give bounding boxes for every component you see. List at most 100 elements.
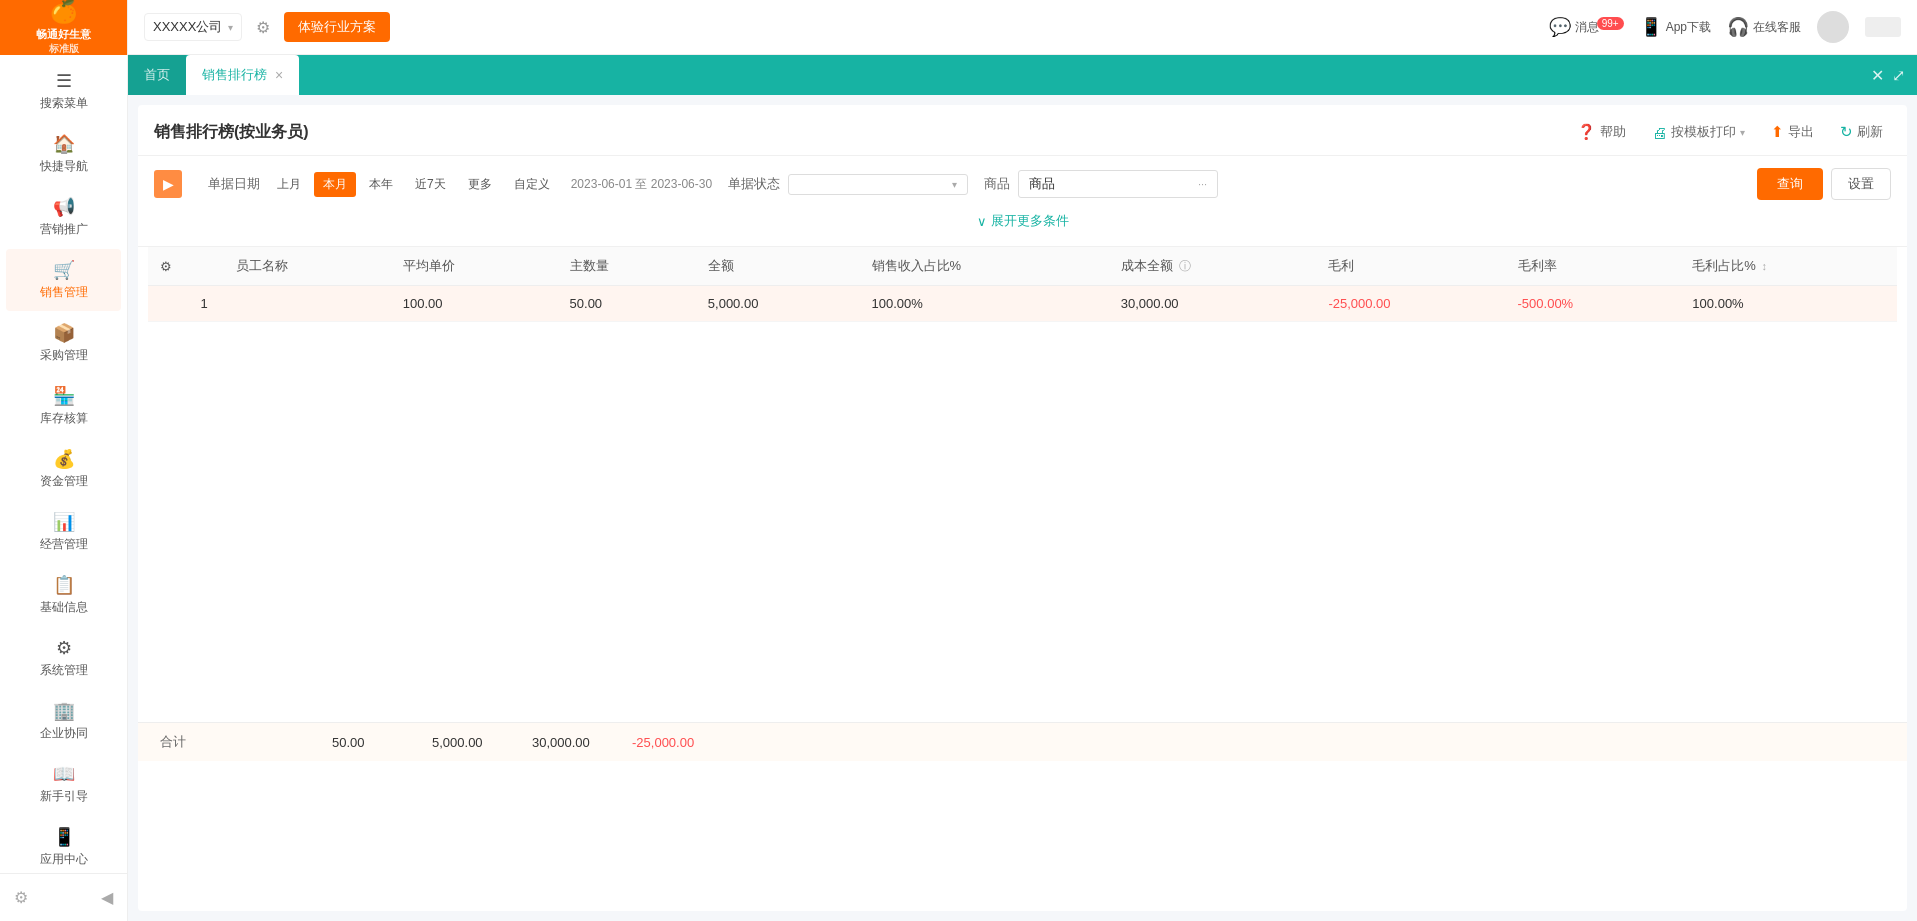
- footer-quantity: 50.00: [320, 735, 420, 750]
- th-settings: ⚙: [148, 247, 184, 286]
- sidebar-item-search[interactable]: ☰ 搜索菜单: [6, 60, 121, 122]
- status-label: 单据状态: [728, 175, 780, 193]
- refresh-button[interactable]: ↻ 刷新: [1832, 119, 1891, 145]
- cost-info-icon[interactable]: ⓘ: [1179, 259, 1191, 273]
- footer-total: 5,000.00: [420, 735, 520, 750]
- user-avatar[interactable]: [1817, 11, 1849, 43]
- tabbar: 首页 销售排行榜 × ✕ ⤢: [128, 55, 1917, 95]
- app-download-group[interactable]: 📱 App下载: [1640, 16, 1711, 38]
- footer-collapse-icon[interactable]: ◀: [97, 884, 117, 911]
- cell-total-0: 5,000.00: [696, 286, 860, 322]
- nav-label-purchase: 采购管理: [40, 347, 88, 364]
- app-logo: 🍊 畅通好生意 标准版: [0, 0, 127, 55]
- nav-label-sales: 销售管理: [40, 284, 88, 301]
- table-header-row: ⚙ 员工名称 平均单价 主数量 全额 销售收入占比% 成本全额 ⓘ 毛利: [148, 247, 1897, 286]
- query-button[interactable]: 查询: [1757, 168, 1823, 200]
- sidebar-item-purchase[interactable]: 📦采购管理: [6, 312, 121, 374]
- expand-arrow[interactable]: ▶: [154, 170, 182, 198]
- more-btn[interactable]: 更多: [459, 172, 501, 197]
- th-gross: 毛利: [1316, 247, 1505, 286]
- nav-label-marketing: 营销推广: [40, 221, 88, 238]
- nav-icon-system: ⚙: [56, 637, 72, 659]
- sidebar-item-guide[interactable]: 📖新手引导: [6, 753, 121, 815]
- tab-maximize-area: ✕ ⤢: [1871, 55, 1917, 95]
- cell-sales-pct-0: 100.00%: [860, 286, 1109, 322]
- gross-pct-sort-icon[interactable]: ↕: [1762, 260, 1768, 272]
- goods-more-icon: ···: [1198, 178, 1207, 190]
- print-button[interactable]: 🖨 按模板打印 ▾: [1644, 119, 1753, 145]
- sidebar-item-finance[interactable]: 💰资金管理: [6, 438, 121, 500]
- notification-count: 99+: [1597, 17, 1624, 30]
- help-button[interactable]: ❓ 帮助: [1569, 119, 1634, 145]
- maximize-icon[interactable]: ⤢: [1892, 66, 1905, 85]
- settings-button[interactable]: 设置: [1831, 168, 1891, 200]
- logo-badge: 标准版: [49, 42, 79, 56]
- logo-icon: 🍊: [50, 0, 77, 25]
- goods-filter: 商品 商品 ···: [984, 170, 1218, 198]
- export-button[interactable]: ⬆ 导出: [1763, 119, 1822, 145]
- print-chevron-icon: ▾: [1740, 127, 1745, 138]
- tab-close-icon[interactable]: ×: [275, 67, 283, 83]
- th-sales-pct: 销售收入占比%: [860, 247, 1109, 286]
- cur-month-btn[interactable]: 本月: [314, 172, 356, 197]
- sidebar-item-system[interactable]: ⚙ 系统管理: [6, 627, 121, 689]
- cur-year-btn[interactable]: 本年: [360, 172, 402, 197]
- experience-button[interactable]: 体验行业方案: [284, 12, 390, 42]
- table-spacer: [138, 322, 1907, 722]
- nav-icon-search: ☰: [56, 70, 72, 92]
- prev-month-btn[interactable]: 上月: [268, 172, 310, 197]
- table-row: 1 100.00 50.00 5,000.00 100.00% 30,000.0…: [148, 286, 1897, 322]
- nav-icon-operations: 📊: [53, 511, 75, 533]
- nav-icon-marketing: 📢: [53, 196, 75, 218]
- expand-conditions-button[interactable]: ∨ 展开更多条件: [969, 208, 1077, 234]
- date-label: 单据日期: [208, 175, 260, 193]
- th-name: 员工名称: [224, 247, 391, 286]
- th-rank: [184, 247, 224, 286]
- service-label: 在线客服: [1753, 19, 1801, 36]
- nav-label-apps: 应用中心: [40, 851, 88, 868]
- status-select[interactable]: ▾: [788, 174, 968, 195]
- company-selector[interactable]: XXXXX公司 ▾: [144, 13, 242, 41]
- sidebar-item-marketing[interactable]: 📢 营销推广: [6, 186, 121, 248]
- sidebar-nav: ☰ 搜索菜单 🏠快捷导航 📢 营销推广 🛒销售管理📦采购管理🏪库存核算💰资金管理📊经营管理…: [0, 55, 127, 873]
- recent7-btn[interactable]: 近7天: [406, 172, 455, 197]
- footer-settings-icon[interactable]: ⚙: [10, 884, 32, 911]
- sidebar-item-sales[interactable]: 🛒销售管理: [6, 249, 121, 311]
- date-filter: 单据日期 上月 本月 本年 近7天 更多 自定义 2023-06-01 至 20…: [208, 172, 712, 197]
- column-settings-icon[interactable]: ⚙: [160, 259, 172, 274]
- sidebar-item-enterprise[interactable]: 🏢企业协同: [6, 690, 121, 752]
- nav-label-system: 系统管理: [40, 662, 88, 679]
- company-chevron-icon: ▾: [228, 22, 233, 33]
- notification-group[interactable]: 💬 消息 99+: [1549, 16, 1624, 38]
- sidebar-item-apps[interactable]: 📱 应用中心: [6, 816, 121, 873]
- cell-settings-0: [148, 286, 184, 322]
- user-name[interactable]: [1865, 17, 1901, 37]
- goods-input[interactable]: 商品 ···: [1018, 170, 1218, 198]
- service-group[interactable]: 🎧 在线客服: [1727, 16, 1801, 38]
- restore-icon[interactable]: ✕: [1871, 66, 1884, 85]
- tab-home[interactable]: 首页: [128, 55, 186, 95]
- tab-sales-rank[interactable]: 销售排行榜 ×: [186, 55, 299, 95]
- footer-cost: 30,000.00: [520, 735, 620, 750]
- cell-gross-pct-0: 100.00%: [1680, 286, 1897, 322]
- custom-btn[interactable]: 自定义: [505, 172, 559, 197]
- sidebar-item-inventory[interactable]: 🏪库存核算: [6, 375, 121, 437]
- service-icon: 🎧: [1727, 16, 1749, 38]
- nav-label-search: 搜索菜单: [40, 95, 88, 112]
- sidebar-item-operations[interactable]: 📊经营管理: [6, 501, 121, 563]
- table-body: 1 100.00 50.00 5,000.00 100.00% 30,000.0…: [148, 286, 1897, 322]
- nav-icon-quick-nav: 🏠: [53, 133, 75, 155]
- status-chevron-icon: ▾: [952, 179, 957, 190]
- sidebar-item-quick-nav[interactable]: 🏠快捷导航: [6, 123, 121, 185]
- topbar-settings-icon[interactable]: ⚙: [252, 14, 274, 41]
- cell-cost-0: 30,000.00: [1109, 286, 1317, 322]
- table-footer: 合计 50.00 5,000.00 30,000.00 -25,000.00: [138, 722, 1907, 761]
- notification-label: 消息: [1575, 19, 1599, 36]
- expand-label: 展开更多条件: [991, 212, 1069, 230]
- cell-rank-0: 1: [184, 286, 224, 322]
- nav-icon-apps: 📱: [53, 826, 75, 848]
- sidebar-item-basic-info[interactable]: 📋基础信息: [6, 564, 121, 626]
- refresh-icon: ↻: [1840, 123, 1853, 141]
- th-cost: 成本全额 ⓘ: [1109, 247, 1317, 286]
- action-buttons: 查询 设置: [1757, 168, 1891, 200]
